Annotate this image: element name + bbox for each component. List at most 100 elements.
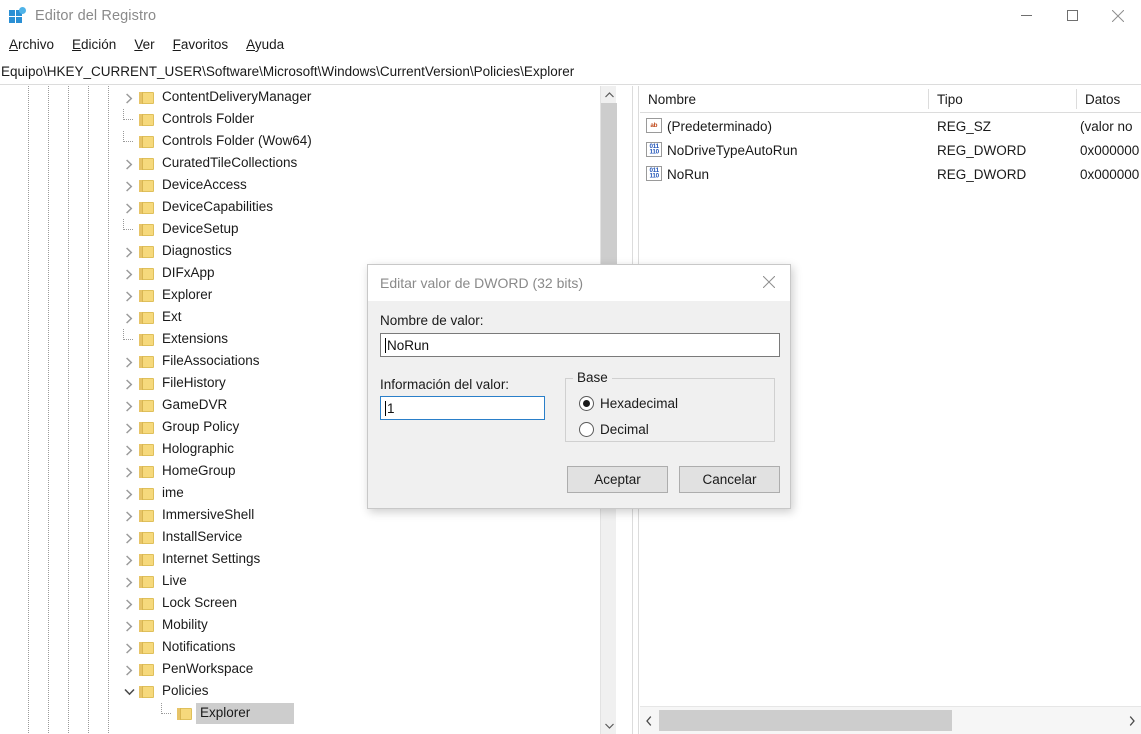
scroll-left-icon[interactable] [640,707,658,734]
menu-bar: Archivo Edición Ver Favoritos Ayuda [0,31,1141,58]
folder-icon [139,597,155,611]
chevron-right-icon[interactable] [118,87,140,109]
chevron-right-icon[interactable] [118,615,140,637]
tree-item-notifications[interactable]: Notifications [0,637,616,659]
dialog-title: Editar valor de DWORD (32 bits) [380,275,584,291]
folder-icon [139,619,155,633]
chevron-right-icon[interactable] [118,439,140,461]
chevron-right-icon[interactable] [118,527,140,549]
tree-item-label: DeviceCapabilities [162,199,274,214]
tree-item-curatedtilecollections[interactable]: CuratedTileCollections [0,153,616,175]
tree-item-controls-folder-wow64[interactable]: Controls Folder (Wow64) [0,131,616,153]
chevron-right-icon[interactable] [118,285,140,307]
tree-item-explorer[interactable]: Explorer [0,703,616,725]
value-row[interactable]: ab (Predeterminado) REG_SZ (valor no [640,114,1141,138]
menu-ver[interactable]: Ver [125,35,163,54]
value-row[interactable]: 011 110 NoDriveTypeAutoRun REG_DWORD 0x00000… [640,138,1141,162]
scroll-right-icon[interactable] [1123,707,1141,734]
close-button[interactable] [1095,0,1141,31]
tree-connector [161,703,171,714]
tree-item-label: FileAssociations [162,353,260,368]
tree-connector [123,329,133,340]
dword-value-icon: 011 110 [646,166,662,181]
chevron-right-icon[interactable] [118,263,140,285]
tree-item-installservice[interactable]: InstallService [0,527,616,549]
tree-item-policies[interactable]: Policies [0,681,616,703]
column-header-datos[interactable]: Datos [1077,86,1141,112]
minimize-button[interactable] [1003,0,1049,31]
cancel-button[interactable]: Cancelar [679,466,780,493]
tree-item-devicecapabilities[interactable]: DeviceCapabilities [0,197,616,219]
chevron-right-icon[interactable] [118,659,140,681]
tree-item-live[interactable]: Live [0,571,616,593]
radio-hexadecimal[interactable]: Hexadecimal [579,396,678,411]
tree-item-diagnostics[interactable]: Diagnostics [0,241,616,263]
folder-icon [139,201,155,215]
radio-decimal[interactable]: Decimal [579,422,649,437]
folder-icon [139,377,155,391]
scroll-up-icon[interactable] [601,86,617,103]
chevron-right-icon[interactable] [118,571,140,593]
registry-editor-window: Editor del Registro Archivo Edición Ver … [0,0,1141,734]
tree-item-label: DIFxApp [162,265,215,280]
tree-item-label: Live [162,573,187,588]
tree-item-contentdeliverymanager[interactable]: ContentDeliveryManager [0,87,616,109]
folder-icon [139,311,155,325]
chevron-right-icon[interactable] [118,197,140,219]
chevron-right-icon[interactable] [118,153,140,175]
chevron-right-icon[interactable] [118,175,140,197]
tree-item-lock-screen[interactable]: Lock Screen [0,593,616,615]
folder-icon [177,707,193,721]
value-data-input[interactable]: 1 [380,396,545,420]
value-row[interactable]: 011 110 NoRun REG_DWORD 0x000000 [640,162,1141,186]
edit-dword-dialog: Editar valor de DWORD (32 bits) Nombre d… [367,264,791,509]
chevron-right-icon[interactable] [118,417,140,439]
maximize-button[interactable] [1049,0,1095,31]
chevron-right-icon[interactable] [118,241,140,263]
tree-item-devicesetup[interactable]: DeviceSetup [0,219,616,241]
chevron-down-icon[interactable] [118,681,140,703]
menu-archivo[interactable]: Archivo [0,35,63,54]
column-header-tipo[interactable]: Tipo [929,86,1076,112]
tree-item-deviceaccess[interactable]: DeviceAccess [0,175,616,197]
chevron-right-icon[interactable] [118,483,140,505]
chevron-right-icon[interactable] [118,593,140,615]
tree-item-label: ime [162,485,184,500]
value-name-text: NoRun [387,337,430,353]
tree-item-label: HomeGroup [162,463,236,478]
accept-button[interactable]: Aceptar [567,466,668,493]
tree-item-mobility[interactable]: Mobility [0,615,616,637]
dialog-close-icon[interactable] [748,265,790,299]
folder-icon [139,135,155,149]
address-bar[interactable]: Equipo\HKEY_CURRENT_USER\Software\Micros… [0,59,1141,85]
folder-icon [139,443,155,457]
chevron-right-icon[interactable] [118,505,140,527]
tree-item-penworkspace[interactable]: PenWorkspace [0,659,616,681]
radio-decimal-icon[interactable] [579,422,594,437]
text-caret [385,400,386,416]
chevron-right-icon[interactable] [118,373,140,395]
values-horizontal-scrollbar[interactable] [640,706,1141,734]
folder-icon [139,509,155,523]
chevron-right-icon[interactable] [118,637,140,659]
menu-favoritos[interactable]: Favoritos [164,35,238,54]
tree-item-label: DeviceAccess [162,177,247,192]
values-scroll-thumb[interactable] [659,710,952,731]
tree-item-label: DeviceSetup [162,221,239,236]
chevron-right-icon[interactable] [118,307,140,329]
menu-edicion[interactable]: Edición [63,35,125,54]
value-name-input[interactable]: NoRun [380,333,780,357]
radio-hexadecimal-icon[interactable] [579,396,594,411]
tree-item-controls-folder[interactable]: Controls Folder [0,109,616,131]
value-data-text: 1 [387,400,395,416]
chevron-right-icon[interactable] [118,461,140,483]
tree-item-internet-settings[interactable]: Internet Settings [0,549,616,571]
chevron-right-icon[interactable] [118,549,140,571]
scroll-down-icon[interactable] [601,717,617,734]
chevron-right-icon[interactable] [118,351,140,373]
chevron-right-icon[interactable] [118,395,140,417]
column-header-nombre[interactable]: Nombre [640,86,928,112]
menu-ayuda[interactable]: Ayuda [237,35,293,54]
folder-icon [139,641,155,655]
folder-icon [139,333,155,347]
